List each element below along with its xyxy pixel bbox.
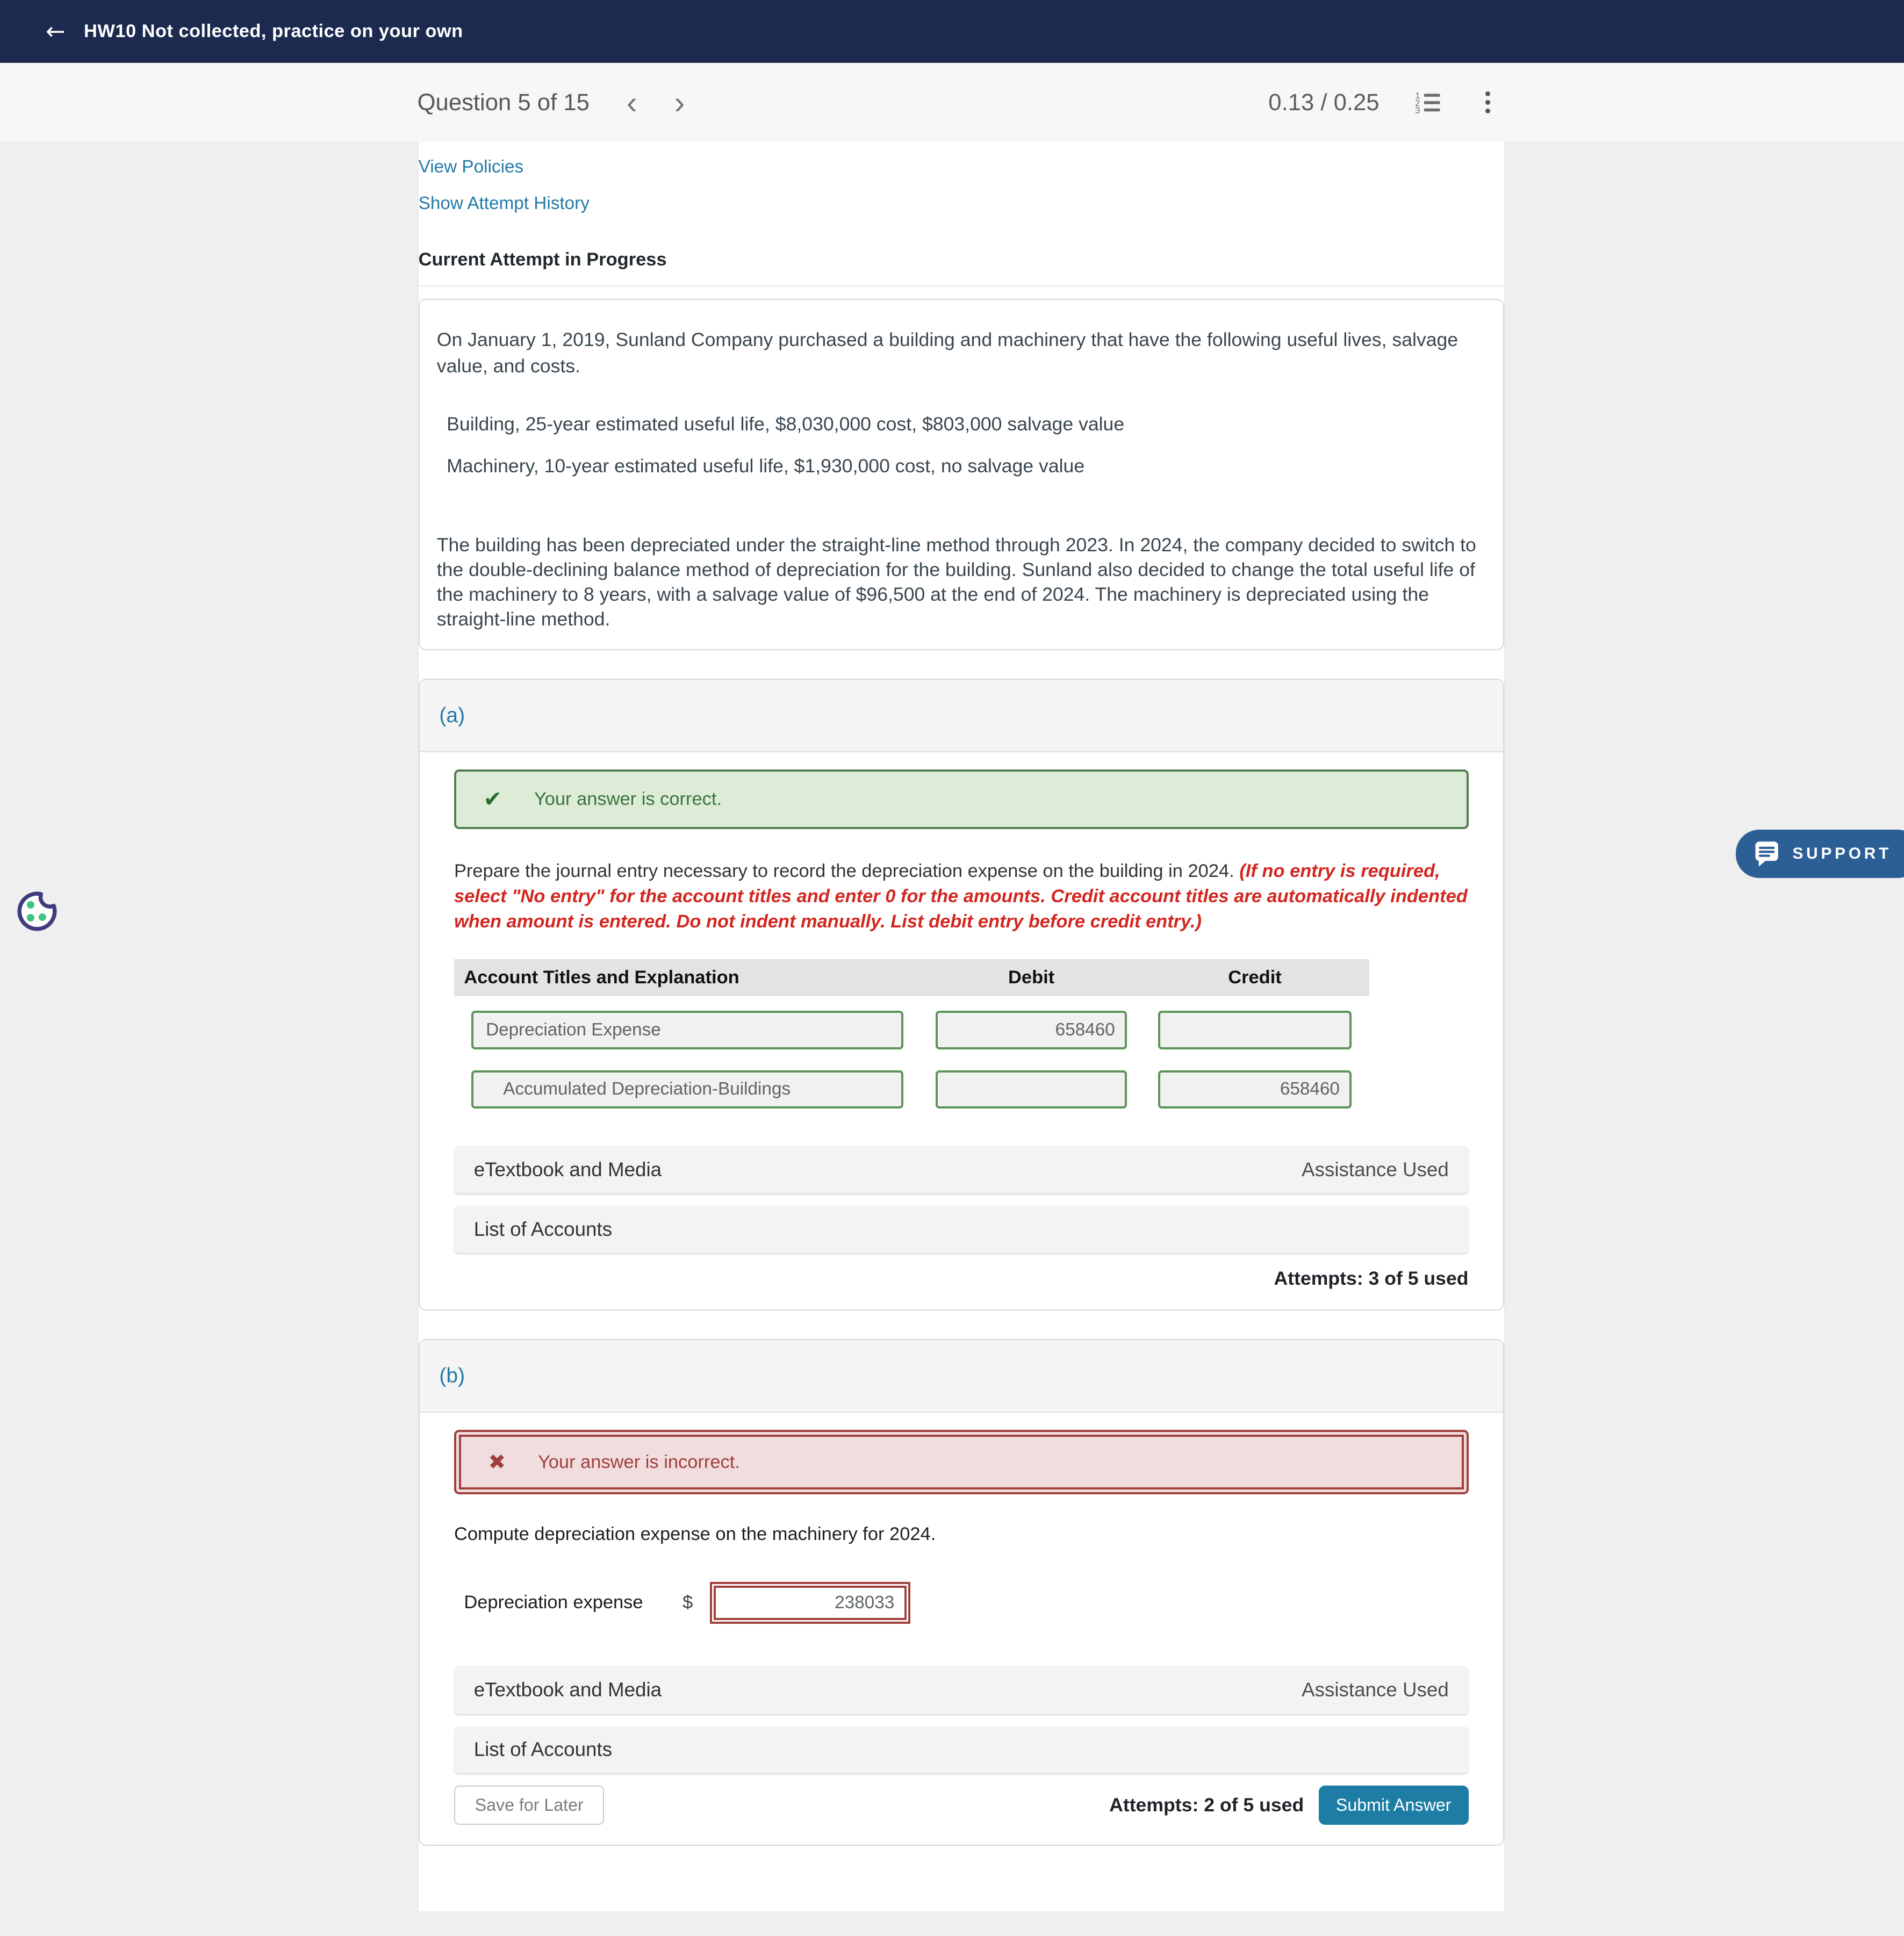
question-paragraph: On January 1, 2019, Sunland Company purc… [436,329,1458,377]
previous-question-button[interactable]: ‹ [622,86,642,118]
submit-answer-button[interactable]: Submit Answer [1318,1785,1469,1825]
incorrect-banner-text: Your answer is incorrect. [537,1451,740,1472]
machinery-detail-line: Machinery, 10-year estimated useful life… [447,455,1085,477]
show-attempt-history-link[interactable]: Show Attempt History [419,193,590,214]
question-header-band: Question 5 of 15 ‹ › 0.13 / 0.25 123 [0,63,1904,142]
part-a-instruction: Prepare the journal entry necessary to r… [454,859,1469,934]
support-button[interactable]: SUPPORT [1735,830,1904,878]
etextbook-label: eTextbook and Media [473,1158,662,1181]
etextbook-media-bar-a[interactable]: eTextbook and Media Assistance Used [454,1145,1469,1194]
current-attempt-label: Current Attempt in Progress [418,249,667,270]
assistance-used-label: Assistance Used [1302,1158,1449,1181]
question-text-card: On January 1, 2019, Sunland Company purc… [418,298,1504,650]
part-a-label: (a) [439,703,465,727]
part-b-prompt: Compute depreciation expense on the mach… [454,1523,936,1544]
incorrect-answer-banner: ✖ Your answer is incorrect. [454,1430,1469,1494]
list-of-accounts-bar-b[interactable]: List of Accounts [454,1726,1469,1773]
credit-input-2[interactable] [1158,1070,1352,1109]
journal-row-2 [454,1070,1369,1109]
part-b-footer: Save for Later Attempts: 2 of 5 used Sub… [454,1785,1469,1825]
column-header-account: Account Titles and Explanation [464,967,739,988]
view-policies-link[interactable]: View Policies [419,157,524,177]
instruction-plain-text: Prepare the journal entry necessary to r… [454,860,1240,881]
part-b-card: (b) ✖ Your answer is incorrect. Compute … [418,1338,1504,1846]
score-display: 0.13 / 0.25 [1268,89,1379,116]
divider [418,285,1504,286]
credit-input-1[interactable] [1158,1011,1352,1049]
question-list-icon[interactable]: 123 [1414,90,1441,115]
account-title-input-1[interactable] [471,1011,904,1049]
depreciation-expense-row: Depreciation expense $ [454,1581,1469,1624]
part-a-header: (a) [419,679,1503,753]
debit-input-2[interactable] [936,1070,1127,1109]
back-arrow-icon[interactable]: ← [46,18,66,45]
page: ← HW10 Not collected, practice on your o… [0,0,1904,1936]
question-content: View Policies Show Attempt History Curre… [417,142,1505,1911]
list-of-accounts-bar-a[interactable]: List of Accounts [454,1206,1469,1253]
depreciation-expense-input[interactable] [710,1581,910,1624]
support-label: SUPPORT [1792,844,1892,862]
assignment-title: HW10 Not collected, practice on your own [84,21,463,42]
assistance-used-label: Assistance Used [1302,1678,1449,1701]
depreciation-expense-label: Depreciation expense [464,1592,643,1613]
column-header-credit: Credit [1228,967,1282,988]
attempts-counter-a: Attempts: 3 of 5 used [1274,1268,1469,1290]
account-title-input-2[interactable] [471,1070,904,1109]
list-of-accounts-label: List of Accounts [473,1218,613,1241]
next-question-button[interactable]: › [669,86,689,118]
top-app-bar: ← HW10 Not collected, practice on your o… [0,0,1904,63]
question-position: Question 5 of 15 [417,89,590,116]
part-b-label: (b) [439,1364,465,1387]
part-a-card: (a) ✔ Your answer is correct. Prepare th… [418,678,1504,1311]
debit-input-1[interactable] [936,1011,1127,1049]
part-b-header: (b) [419,1340,1503,1413]
journal-row-1 [454,1011,1369,1049]
journal-table-header: Account Titles and Explanation Debit Cre… [454,959,1369,996]
more-options-icon[interactable] [1481,87,1496,119]
etextbook-media-bar-b[interactable]: eTextbook and Media Assistance Used [454,1666,1469,1714]
svg-text:3: 3 [1415,105,1420,115]
currency-symbol: $ [682,1592,693,1613]
question-paragraph-2: The building has been depreciated under … [436,534,1476,630]
cookie-settings-icon[interactable] [12,887,62,936]
correct-answer-banner: ✔ Your answer is correct. [454,769,1469,829]
column-header-debit: Debit [1008,967,1055,988]
chat-bubble-icon [1752,839,1781,868]
list-of-accounts-label: List of Accounts [473,1738,613,1761]
correct-banner-text: Your answer is correct. [534,788,722,809]
etextbook-label: eTextbook and Media [473,1678,662,1701]
journal-entry-table: Account Titles and Explanation Debit Cre… [454,959,1369,1109]
x-icon: ✖ [488,1450,506,1474]
attempts-counter-b: Attempts: 2 of 5 used [1109,1794,1304,1816]
save-for-later-button[interactable]: Save for Later [454,1785,605,1825]
building-detail-line: Building, 25-year estimated useful life,… [447,413,1125,435]
check-icon: ✔ [483,786,502,812]
